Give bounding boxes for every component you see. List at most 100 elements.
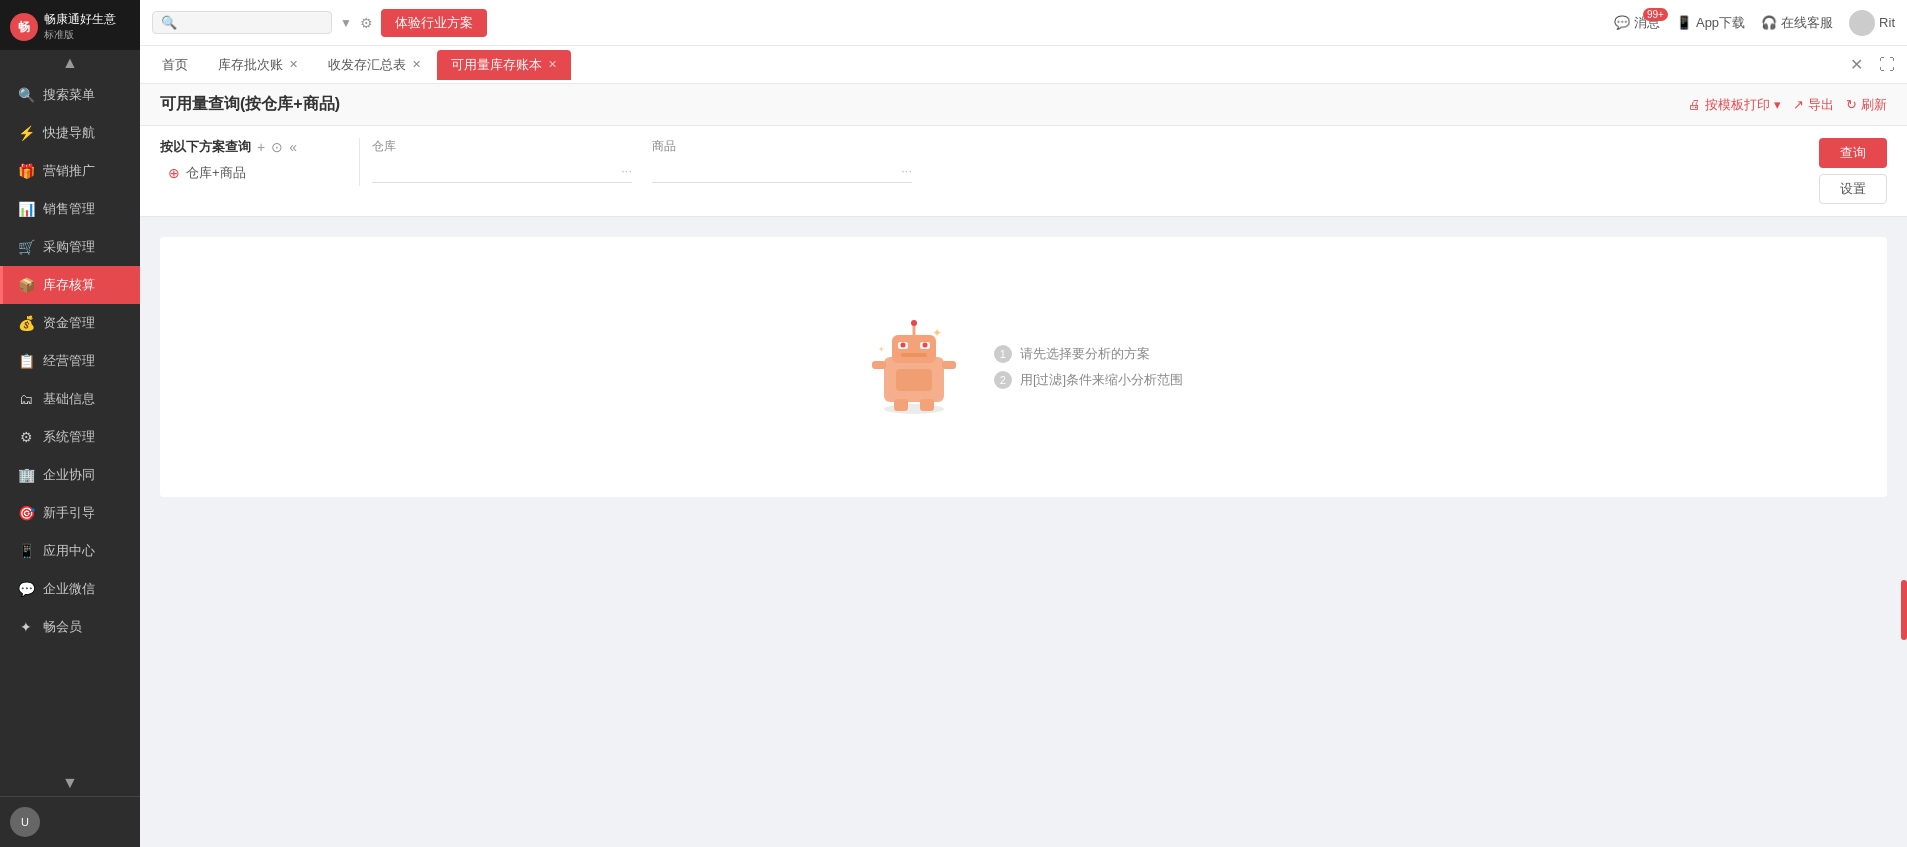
sidebar-label-inventory: 库存核算 <box>43 276 95 294</box>
sidebar-subtitle: 标准版 <box>44 28 116 42</box>
page-content: 可用量查询(按仓库+商品) 🖨 按模板打印 ▾ ↗ 导出 ↻ 刷新 <box>140 84 1907 847</box>
sidebar-item-purchase[interactable]: 🛒采购管理 <box>0 228 140 266</box>
sidebar-item-marketing[interactable]: 🎁营销推广 <box>0 152 140 190</box>
sidebar-label-wechat: 企业微信 <box>43 580 95 598</box>
page-title: 可用量查询(按仓库+商品) <box>160 94 340 115</box>
sidebar-item-sales[interactable]: 📊销售管理 <box>0 190 140 228</box>
sidebar-icon-app-center: 📱 <box>17 543 35 559</box>
svg-rect-12 <box>920 399 934 411</box>
tab-close-receive-summary[interactable]: ✕ <box>412 58 421 71</box>
refresh-icon: ↻ <box>1846 97 1857 112</box>
sidebar-scroll-down[interactable]: ▼ <box>0 770 140 796</box>
sidebar-icon-wechat: 💬 <box>17 581 35 597</box>
filter-scheme-header: 按以下方案查询 + ⊙ « <box>160 138 347 156</box>
tab-label-available-ledger: 可用量库存账本 <box>451 56 542 74</box>
message-badge: 99+ <box>1643 8 1668 21</box>
sidebar-item-finance[interactable]: 💰资金管理 <box>0 304 140 342</box>
phone-icon: 📱 <box>1676 15 1692 30</box>
sidebar-icon-purchase: 🛒 <box>17 239 35 255</box>
sidebar-label-marketing: 营销推广 <box>43 162 95 180</box>
sidebar-label-quick-nav: 快捷导航 <box>43 124 95 142</box>
settings-scheme-btn[interactable]: ⊙ <box>271 139 283 155</box>
print-icon: 🖨 <box>1688 97 1701 112</box>
tabs-right: ✕ ⛶ <box>1846 51 1899 78</box>
sidebar-item-enterprise[interactable]: 🏢企业协同 <box>0 456 140 494</box>
tab-close-available-ledger[interactable]: ✕ <box>548 58 557 71</box>
sidebar-icon-quick-nav: ⚡ <box>17 125 35 141</box>
user-avatar <box>1849 10 1875 36</box>
sidebar-label-guide: 新手引导 <box>43 504 95 522</box>
main-content: 🔍 ▼ ⚙ 体验行业方案 💬 消息 99+ 📱 App下载 🎧 在线客服 Rit <box>140 0 1907 847</box>
svg-rect-13 <box>872 361 886 369</box>
chevron-down-icon: ▾ <box>1774 97 1781 112</box>
svg-rect-9 <box>901 353 927 357</box>
tip-text-2: 用[过滤]条件来缩小分析范围 <box>1020 371 1183 389</box>
export-btn[interactable]: ↗ 导出 <box>1793 96 1834 114</box>
service-btn[interactable]: 🎧 在线客服 <box>1761 14 1833 32</box>
scheme-item-warehouse-product[interactable]: ⊕ 仓库+商品 <box>160 160 347 186</box>
print-btn[interactable]: 🖨 按模板打印 ▾ <box>1688 96 1781 114</box>
empty-visual: ✦ ✦ 1 请先选择要分析的方案 2 用[过滤]条件来缩小分析范围 <box>864 317 1183 417</box>
svg-rect-14 <box>942 361 956 369</box>
product-field: 商品 ··· <box>652 138 912 183</box>
filter-actions: 查询 设置 <box>1819 138 1887 204</box>
warehouse-input[interactable]: ··· <box>372 159 632 183</box>
warehouse-more-icon[interactable]: ··· <box>621 163 632 178</box>
page-header-actions: 🖨 按模板打印 ▾ ↗ 导出 ↻ 刷新 <box>1688 96 1887 114</box>
search-input[interactable] <box>181 16 311 30</box>
sidebar-item-wechat[interactable]: 💬 企业微信 <box>0 570 140 608</box>
product-more-icon[interactable]: ··· <box>901 163 912 178</box>
gear-icon[interactable]: ⚙ <box>360 15 373 31</box>
sidebar-item-operation[interactable]: 📋经营管理 <box>0 342 140 380</box>
empty-tip-1: 1 请先选择要分析的方案 <box>994 345 1183 363</box>
sidebar-label-system: 系统管理 <box>43 428 95 446</box>
sidebar-item-app-center[interactable]: 📱 应用中心 <box>0 532 140 570</box>
industry-btn[interactable]: 体验行业方案 <box>381 9 487 37</box>
sidebar-icon-search: 🔍 <box>17 87 35 103</box>
collapse-btn[interactable]: « <box>289 139 297 155</box>
message-btn[interactable]: 💬 消息 99+ <box>1614 14 1660 32</box>
sidebar-label-operation: 经营管理 <box>43 352 95 370</box>
filter-fields: 仓库 ··· 商品 ··· <box>372 138 1807 183</box>
topbar-search-box[interactable]: 🔍 <box>152 11 332 34</box>
sidebar-label-app-center: 应用中心 <box>43 542 95 560</box>
sidebar-item-search[interactable]: 🔍 搜索菜单 <box>0 76 140 114</box>
warehouse-field: 仓库 ··· <box>372 138 632 183</box>
tab-label-home: 首页 <box>162 56 188 74</box>
filter-scheme-title: 按以下方案查询 <box>160 138 251 156</box>
setting-btn[interactable]: 设置 <box>1819 174 1887 204</box>
sidebar-label-search: 搜索菜单 <box>43 86 95 104</box>
app-download-btn[interactable]: 📱 App下载 <box>1676 14 1745 32</box>
sidebar-item-quick-nav[interactable]: ⚡ 快捷导航 <box>0 114 140 152</box>
svg-point-4 <box>911 320 917 326</box>
sidebar-item-inventory[interactable]: 📦库存核算 <box>0 266 140 304</box>
headset-icon: 🎧 <box>1761 15 1777 30</box>
scheme-item-icon: ⊕ <box>168 165 180 181</box>
product-input[interactable]: ··· <box>652 159 912 183</box>
scrollbar-thumb[interactable] <box>1901 580 1907 640</box>
tab-receive-summary[interactable]: 收发存汇总表✕ <box>314 50 435 80</box>
sidebar-item-guide[interactable]: 🎯 新手引导 <box>0 494 140 532</box>
warehouse-label: 仓库 <box>372 138 632 155</box>
tab-batch-ledger[interactable]: 库存批次账✕ <box>204 50 312 80</box>
sidebar-item-basic[interactable]: 🗂基础信息 <box>0 380 140 418</box>
topbar: 🔍 ▼ ⚙ 体验行业方案 💬 消息 99+ 📱 App下载 🎧 在线客服 Rit <box>140 0 1907 46</box>
sidebar-item-system[interactable]: ⚙ 系统管理 <box>0 418 140 456</box>
user-menu[interactable]: Rit <box>1849 10 1895 36</box>
sidebar-icon-guide: 🎯 <box>17 505 35 521</box>
add-scheme-btn[interactable]: + <box>257 139 265 155</box>
sidebar-item-member[interactable]: ✦畅会员 <box>0 608 140 646</box>
query-btn[interactable]: 查询 <box>1819 138 1887 168</box>
filter-area: 按以下方案查询 + ⊙ « ⊕ 仓库+商品 仓库 ··· <box>140 126 1907 217</box>
sidebar-icon-system: ⚙ <box>17 429 35 445</box>
close-tab-btn[interactable]: ✕ <box>1846 51 1867 78</box>
tab-close-batch-ledger[interactable]: ✕ <box>289 58 298 71</box>
sidebar-label-sales: 销售管理 <box>43 200 95 218</box>
tab-available-ledger[interactable]: 可用量库存账本 ✕ <box>437 50 571 80</box>
refresh-btn[interactable]: ↻ 刷新 <box>1846 96 1887 114</box>
sidebar-scroll-up[interactable]: ▲ <box>0 50 140 76</box>
maximize-btn[interactable]: ⛶ <box>1875 52 1899 78</box>
tab-home[interactable]: 首页 <box>148 50 202 80</box>
scheme-item-label: 仓库+商品 <box>186 164 246 182</box>
dropdown-icon[interactable]: ▼ <box>340 16 352 30</box>
